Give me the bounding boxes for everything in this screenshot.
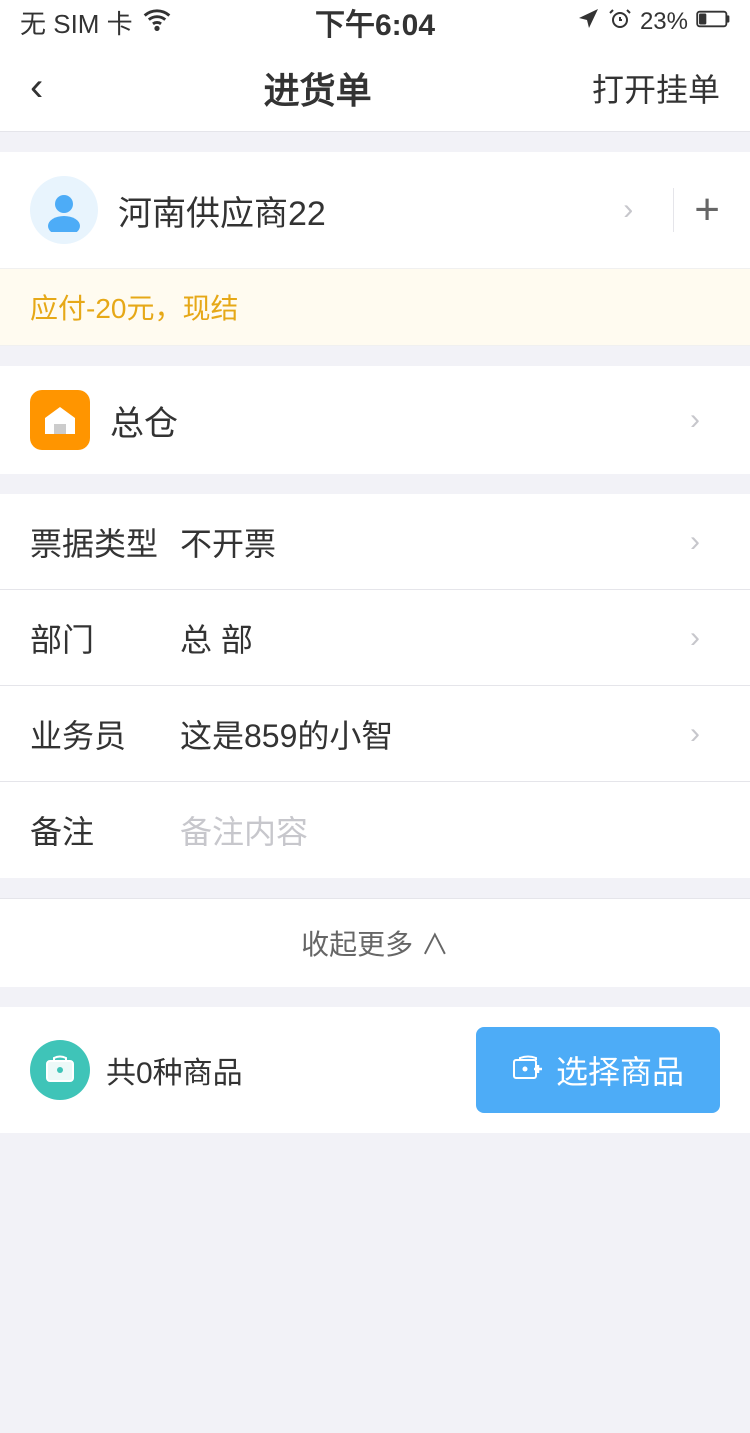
notes-row[interactable]: 备注 备注内容 bbox=[0, 782, 750, 878]
rest-background bbox=[0, 1133, 750, 1433]
supplier-name: 河南供应商22 bbox=[118, 186, 623, 235]
supplier-row[interactable]: 河南供应商22 › + bbox=[0, 152, 750, 269]
warehouse-section[interactable]: 总仓 › bbox=[0, 366, 750, 474]
battery-icon bbox=[696, 8, 730, 36]
notice-banner: 应付-20元，现结 bbox=[0, 269, 750, 346]
notes-input[interactable]: 备注内容 bbox=[160, 807, 720, 853]
supplier-section: 河南供应商22 › + 应付-20元，现结 bbox=[0, 152, 750, 346]
alarm-icon bbox=[608, 7, 632, 38]
warehouse-chevron-icon: › bbox=[690, 403, 700, 437]
invoice-chevron-icon: › bbox=[690, 525, 700, 559]
bottom-bar: 共0种商品 选择商品 bbox=[0, 1007, 750, 1133]
collapse-row[interactable]: 收起更多 ∧ bbox=[0, 898, 750, 987]
carrier-label: 无 SIM 卡 bbox=[20, 4, 133, 41]
invoice-type-value: 不开票 bbox=[160, 519, 690, 565]
salesperson-chevron-icon: › bbox=[690, 717, 700, 751]
department-row[interactable]: 部门 总 部 › bbox=[0, 590, 750, 686]
page-title: 进货单 bbox=[264, 62, 372, 114]
wifi-icon bbox=[143, 5, 171, 40]
supplier-chevron-icon: › bbox=[623, 193, 633, 227]
department-chevron-icon: › bbox=[690, 621, 700, 655]
invoice-type-row[interactable]: 票据类型 不开票 › bbox=[0, 494, 750, 590]
notes-label: 备注 bbox=[30, 807, 160, 853]
section-gap-1 bbox=[0, 132, 750, 152]
status-bar: 无 SIM 卡 下午6:04 23% bbox=[0, 0, 750, 44]
department-value: 总 部 bbox=[160, 615, 690, 661]
warehouse-name: 总仓 bbox=[110, 396, 690, 445]
status-left: 无 SIM 卡 bbox=[20, 4, 171, 41]
section-gap-2 bbox=[0, 346, 750, 366]
product-icon bbox=[30, 1040, 90, 1100]
status-time: 下午6:04 bbox=[315, 0, 435, 44]
select-product-button[interactable]: 选择商品 bbox=[476, 1027, 720, 1113]
vertical-divider bbox=[673, 188, 674, 232]
open-pending-button[interactable]: 打开挂单 bbox=[592, 65, 720, 111]
nav-bar: ‹ 进货单 打开挂单 bbox=[0, 44, 750, 132]
department-label: 部门 bbox=[30, 615, 160, 661]
back-button[interactable]: ‹ bbox=[30, 65, 43, 110]
salesperson-row[interactable]: 业务员 这是859的小智 › bbox=[0, 686, 750, 782]
warehouse-row[interactable]: 总仓 › bbox=[0, 366, 750, 474]
warehouse-icon bbox=[30, 390, 90, 450]
product-count-label: 共0种商品 bbox=[106, 1048, 243, 1092]
location-icon bbox=[576, 7, 600, 38]
salesperson-value: 这是859的小智 bbox=[160, 711, 690, 757]
supplier-avatar bbox=[30, 176, 98, 244]
salesperson-label: 业务员 bbox=[30, 711, 160, 757]
add-supplier-button[interactable]: + bbox=[694, 185, 720, 235]
status-right: 23% bbox=[576, 7, 730, 38]
battery-label: 23% bbox=[640, 8, 688, 36]
product-count-area: 共0种商品 bbox=[30, 1040, 243, 1100]
select-product-label: 选择商品 bbox=[556, 1047, 684, 1093]
invoice-type-label: 票据类型 bbox=[30, 519, 160, 565]
collapse-label[interactable]: 收起更多 ∧ bbox=[301, 923, 449, 963]
form-section: 票据类型 不开票 › 部门 总 部 › 业务员 这是859的小智 › 备注 备注… bbox=[0, 494, 750, 878]
notice-text: 应付-20元，现结 bbox=[30, 293, 238, 324]
